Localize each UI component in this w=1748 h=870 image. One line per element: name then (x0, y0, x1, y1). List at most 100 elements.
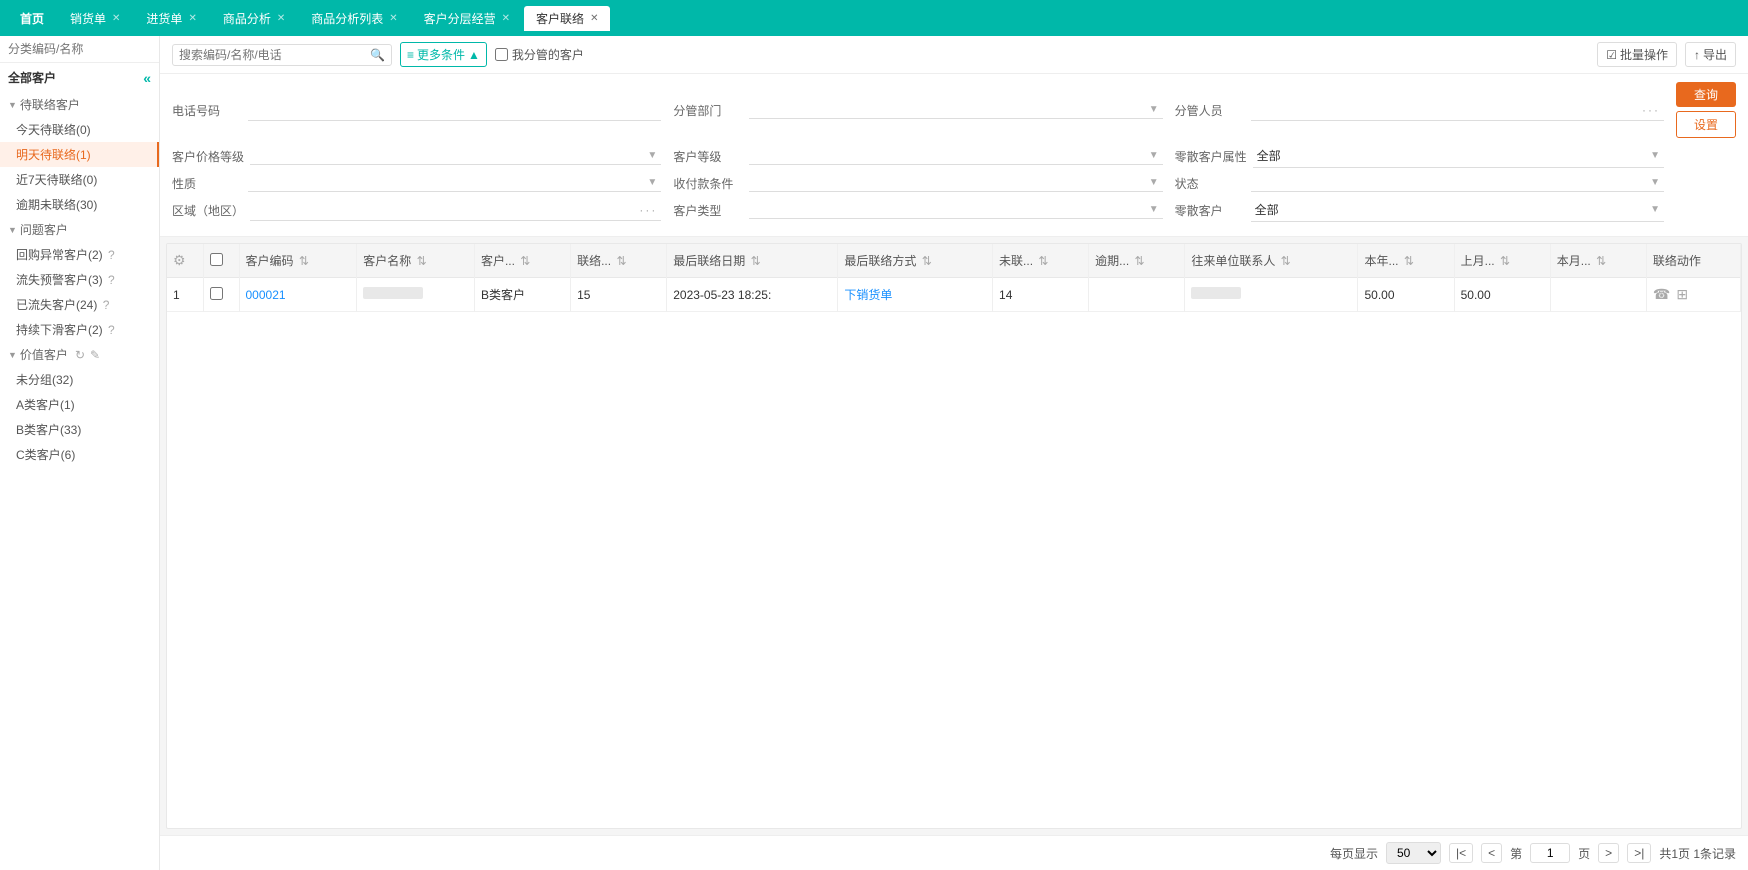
sidebar-item-repurchase-anomaly[interactable]: 回购异常客户(2) ? (0, 242, 159, 267)
th-this-month[interactable]: 本月... ⇅ (1550, 244, 1646, 278)
sidebar-group-value[interactable]: 价值客户 ↻ ✎ (0, 342, 159, 367)
cust-level-label: 客户等级 (673, 148, 743, 165)
nav-item-customer-contact[interactable]: 客户联络 ✕ (524, 6, 610, 31)
th-contact-count[interactable]: 联络... ⇅ (571, 244, 667, 278)
phone-label: 电话号码 (172, 102, 242, 119)
close-icon[interactable]: ✕ (502, 13, 510, 24)
top-nav: 首页 销货单 ✕ 进货单 ✕ 商品分析 ✕ 商品分析列表 ✕ 客户分层经营 ✕ … (0, 0, 1748, 36)
td-last-method[interactable]: 下销货单 (838, 278, 993, 312)
th-last-contact-date[interactable]: 最后联络日期 ⇅ (667, 244, 838, 278)
table-footer: 每页显示 50 100 200 |< < 第 页 > >| 共1页 1条记录 (160, 835, 1748, 870)
nav-item-product-analysis-list[interactable]: 商品分析列表 ✕ (299, 6, 409, 31)
th-settings[interactable]: ⚙ (167, 244, 203, 278)
sidebar-item-declining[interactable]: 持续下滑客户(2) ? (0, 317, 159, 342)
sidebar-item-class-a[interactable]: A类客户(1) (0, 392, 159, 417)
sort-icon: ⇅ (520, 254, 530, 268)
grid-action-icon[interactable]: ⊞ (1676, 286, 1688, 303)
field-nature: 性质 ▼ (172, 174, 661, 192)
retail-attr-select[interactable]: 全部 ▼ (1253, 144, 1664, 168)
retail-cust-select[interactable]: 全部 ▼ (1251, 198, 1664, 222)
sidebar-search-input[interactable] (8, 42, 160, 56)
close-icon[interactable]: ✕ (112, 13, 120, 24)
field-payment: 收付款条件 ▼ (673, 174, 1162, 192)
settings-button[interactable]: 设置 (1676, 111, 1736, 138)
export-icon: ↑ (1694, 48, 1700, 62)
all-customers-section[interactable]: 全部客户 « (0, 63, 159, 92)
sidebar-item-ungrouped[interactable]: 未分组(32) (0, 367, 159, 392)
dept-select[interactable]: ▼ (749, 101, 1162, 119)
nav-item-product-analysis[interactable]: 商品分析 ✕ (211, 6, 297, 31)
th-last-contact-method[interactable]: 最后联络方式 ⇅ (838, 244, 993, 278)
chevron-down-icon: ▼ (1149, 104, 1159, 115)
select-all-checkbox[interactable] (210, 253, 223, 266)
sidebar-item-7days[interactable]: 近7天待联络(0) (0, 167, 159, 192)
nature-select[interactable]: ▼ (248, 174, 661, 192)
my-customers-checkbox[interactable] (495, 48, 508, 61)
customer-code-link[interactable]: 000021 (246, 288, 286, 302)
page-label: 第 (1510, 845, 1522, 862)
total-info: 共1页 1条记录 (1659, 845, 1736, 862)
filter-search-input[interactable] (179, 48, 366, 62)
sidebar-item-tomorrow[interactable]: 明天待联络(1) (0, 142, 159, 167)
status-label: 状态 (1175, 175, 1245, 192)
th-last-month[interactable]: 上月... ⇅ (1454, 244, 1550, 278)
sort-icon: ⇅ (751, 254, 761, 268)
export-button[interactable]: ↑ 导出 (1685, 42, 1736, 67)
next-page-button[interactable]: > (1598, 843, 1619, 863)
field-cust-type: 客户类型 ▼ (673, 201, 1162, 219)
nav-item-purchase[interactable]: 进货单 ✕ (134, 6, 208, 31)
phone-input[interactable] (248, 100, 661, 121)
th-name[interactable]: 客户名称 ⇅ (357, 244, 475, 278)
page-number-input[interactable] (1530, 843, 1570, 863)
sidebar-item-overdue[interactable]: 逾期未联络(30) (0, 192, 159, 217)
prev-page-button[interactable]: < (1481, 843, 1502, 863)
sidebar-item-churned[interactable]: 已流失客户(24) ? (0, 292, 159, 317)
td-no: 1 (167, 278, 203, 312)
filter-right: ☑ 批量操作 ↑ 导出 (1597, 42, 1736, 67)
first-page-button[interactable]: |< (1449, 843, 1473, 863)
bulk-op-button[interactable]: ☑ 批量操作 (1597, 42, 1677, 67)
price-level-select[interactable]: ▼ (250, 147, 661, 165)
close-icon[interactable]: ✕ (277, 13, 285, 24)
th-this-year[interactable]: 本年... ⇅ (1358, 244, 1454, 278)
payment-select[interactable]: ▼ (749, 174, 1162, 192)
td-code[interactable]: 000021 (239, 278, 357, 312)
sidebar-item-today[interactable]: 今天待联络(0) (0, 117, 159, 142)
nav-item-customer-segment[interactable]: 客户分层经营 ✕ (412, 6, 522, 31)
th-code[interactable]: 客户编码 ⇅ (239, 244, 357, 278)
gear-icon[interactable]: ⚙ (173, 252, 186, 268)
last-method-link[interactable]: 下销货单 (844, 288, 892, 302)
td-contact-person (1185, 278, 1358, 312)
close-icon[interactable]: ✕ (389, 13, 397, 24)
filter-search-icon[interactable]: 🔍 (370, 48, 385, 62)
last-page-button[interactable]: >| (1627, 843, 1651, 863)
manager-label: 分管人员 (1175, 102, 1245, 119)
row-checkbox[interactable] (210, 287, 223, 300)
manager-select[interactable]: ··· (1251, 100, 1664, 121)
nav-item-sales[interactable]: 销货单 ✕ (58, 6, 132, 31)
cust-type-select[interactable]: ▼ (749, 201, 1162, 219)
dept-label: 分管部门 (673, 102, 743, 119)
nav-item-home[interactable]: 首页 (8, 6, 56, 31)
th-overdue[interactable]: 逾期... ⇅ (1089, 244, 1185, 278)
close-icon[interactable]: ✕ (188, 13, 196, 24)
filter-action-btns: 查询 设置 (1676, 82, 1736, 138)
th-contact-person[interactable]: 往来单位联系人 ⇅ (1185, 244, 1358, 278)
th-cust-type[interactable]: 客户... ⇅ (474, 244, 570, 278)
sidebar-item-class-c[interactable]: C类客户(6) (0, 442, 159, 467)
filter-more-btn[interactable]: ≡ 更多条件 ▲ (400, 42, 487, 67)
th-unlinked[interactable]: 未联... ⇅ (993, 244, 1089, 278)
sidebar-item-class-b[interactable]: B类客户(33) (0, 417, 159, 442)
sidebar-group-pending[interactable]: 待联络客户 (0, 92, 159, 117)
close-icon[interactable]: ✕ (590, 13, 598, 24)
phone-action-icon[interactable]: ☎ (1653, 286, 1670, 303)
my-customers-checkbox-label[interactable]: 我分管的客户 (495, 46, 584, 63)
page-size-select[interactable]: 50 100 200 (1386, 842, 1441, 864)
cust-level-select[interactable]: ▼ (749, 147, 1162, 165)
region-select[interactable]: ··· (250, 200, 661, 221)
sidebar-item-churn-warning[interactable]: 流失预警客户(3) ? (0, 267, 159, 292)
query-button[interactable]: 查询 (1676, 82, 1736, 107)
status-select[interactable]: ▼ (1251, 174, 1664, 192)
field-status: 状态 ▼ (1175, 174, 1664, 192)
sidebar-group-problem[interactable]: 问题客户 (0, 217, 159, 242)
